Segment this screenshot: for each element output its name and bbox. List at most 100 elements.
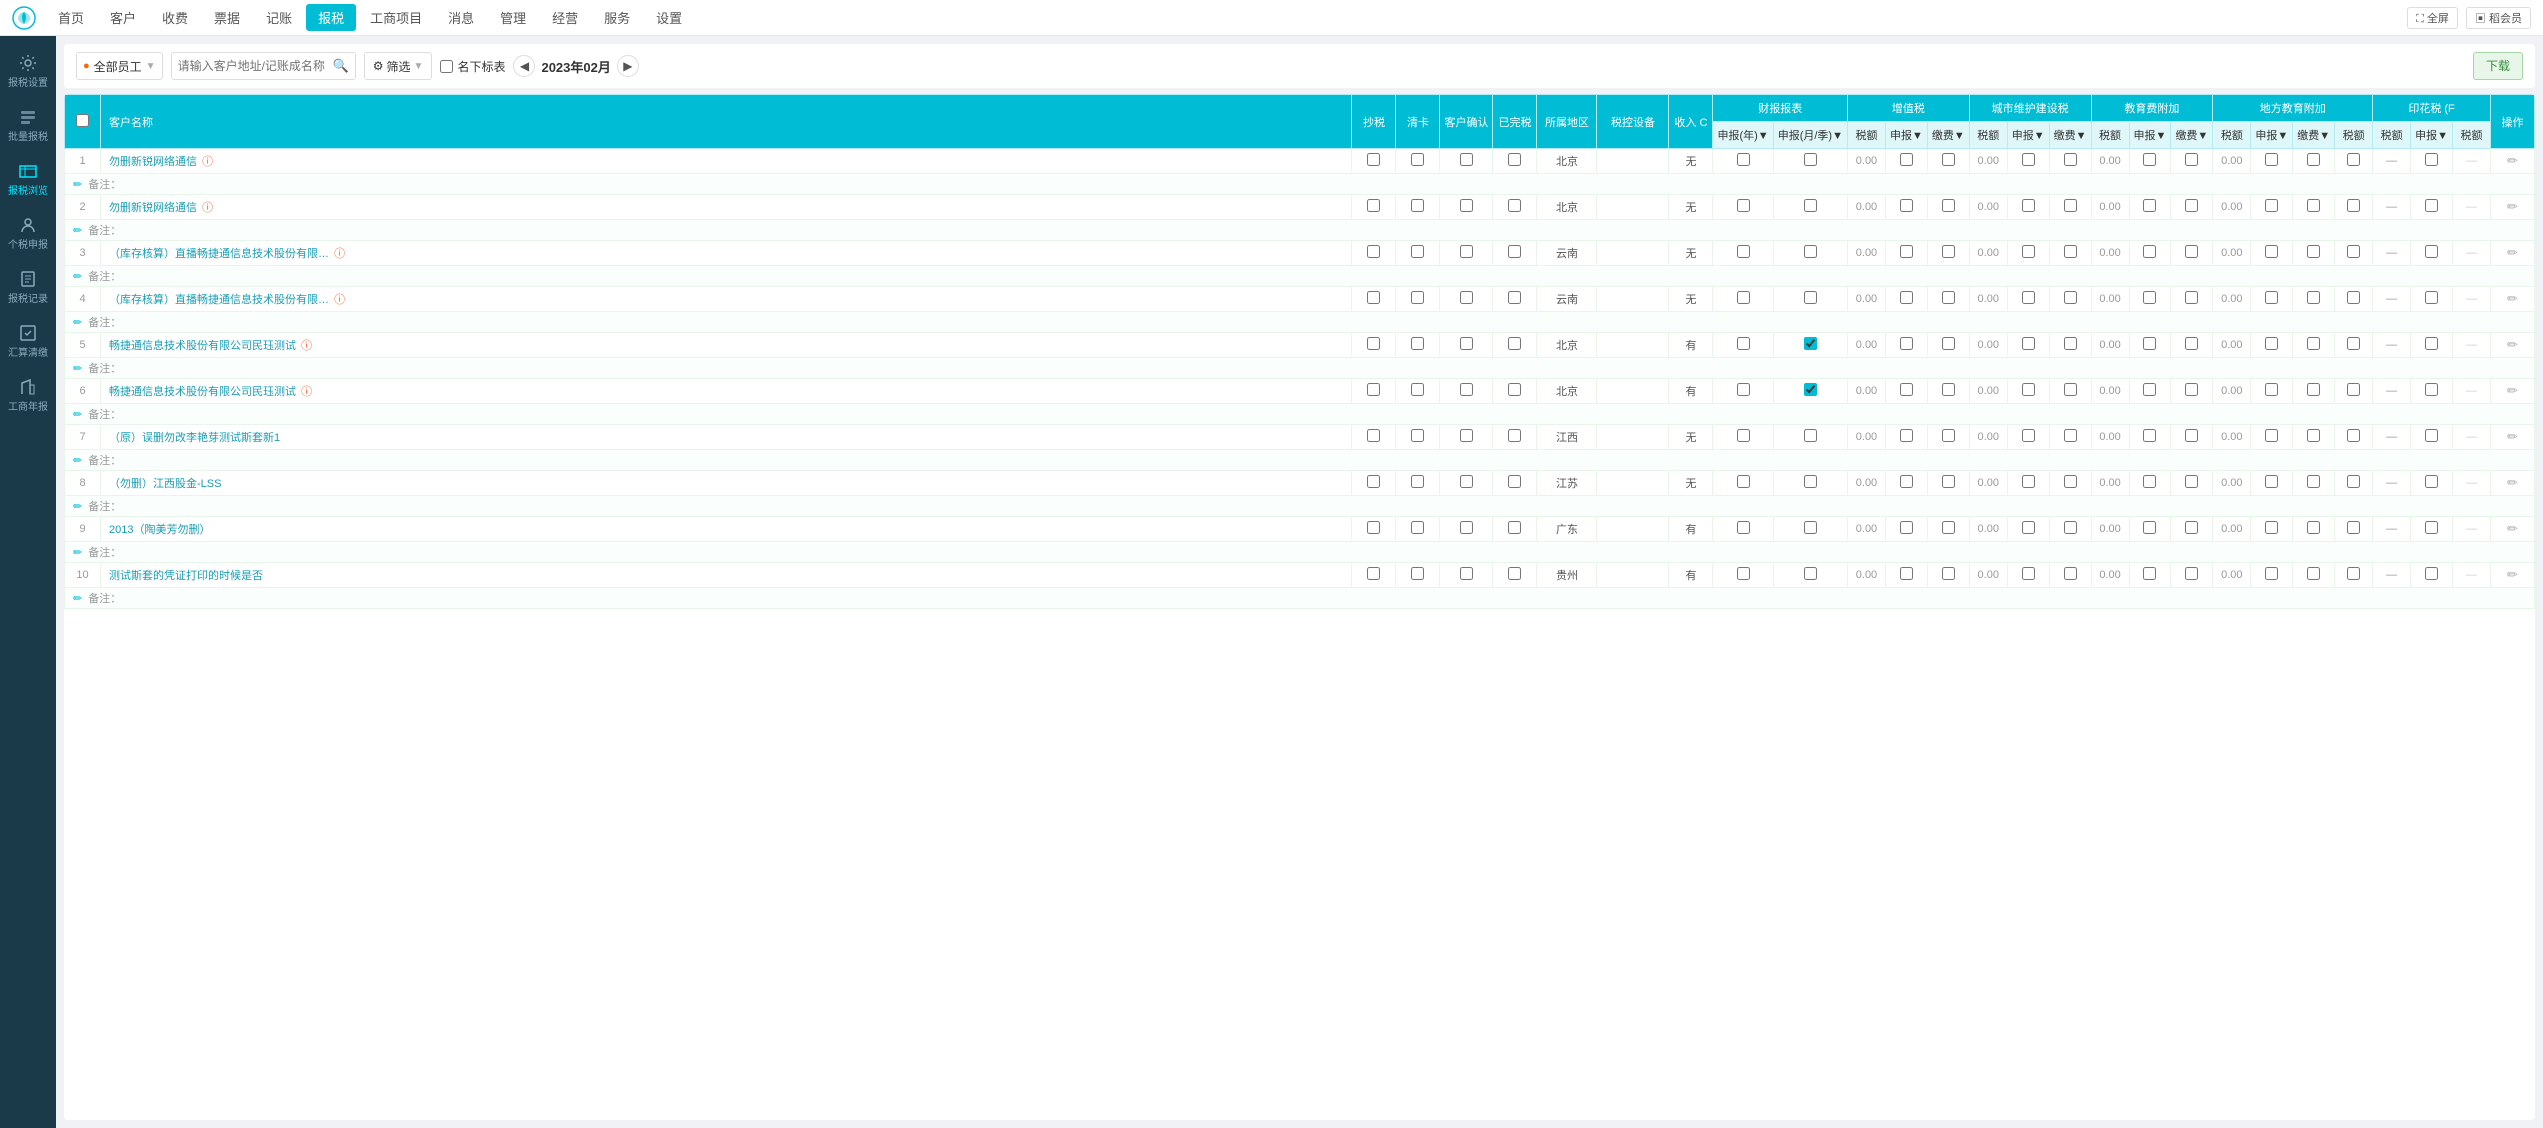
urban-pay-cell[interactable] (2049, 333, 2091, 358)
urban-pay-checkbox[interactable] (2064, 567, 2077, 580)
paid-cell[interactable] (1493, 563, 1537, 588)
sidebar-item-tax-settings[interactable]: 报税设置 (0, 44, 56, 98)
operation-cell[interactable]: ✏ (2491, 563, 2535, 588)
clear-card-cell[interactable] (1396, 471, 1440, 496)
local-extra-checkbox[interactable] (2347, 153, 2360, 166)
local-extra-cell[interactable] (2335, 379, 2373, 404)
confirm-cell[interactable] (1440, 379, 1493, 404)
paid-cell[interactable] (1493, 471, 1537, 496)
my-table-check[interactable] (440, 60, 453, 73)
th-checkbox-all[interactable] (65, 95, 101, 149)
stamp-report-cell[interactable] (2411, 333, 2453, 358)
paid-checkbox[interactable] (1508, 199, 1521, 212)
edu-report-checkbox[interactable] (2143, 567, 2156, 580)
urban-report-cell[interactable] (2007, 471, 2049, 496)
edu-report-cell[interactable] (2129, 379, 2171, 404)
copy-tax-checkbox[interactable] (1367, 291, 1380, 304)
urban-pay-checkbox[interactable] (2064, 475, 2077, 488)
edu-report-cell[interactable] (2129, 149, 2171, 174)
year-report-cell[interactable] (1713, 333, 1773, 358)
urban-pay-checkbox[interactable] (2064, 153, 2077, 166)
sidebar-item-batch-tax[interactable]: 批量报税 (0, 98, 56, 152)
local-report-checkbox[interactable] (2265, 337, 2278, 350)
employee-filter-select[interactable]: ● 全部员工 ▼ (76, 52, 163, 80)
edu-pay-checkbox[interactable] (2185, 475, 2198, 488)
nav-accounting[interactable]: 记账 (254, 4, 304, 31)
stamp-report-cell[interactable] (2411, 379, 2453, 404)
copy-tax-cell[interactable] (1352, 471, 1396, 496)
local-report-checkbox[interactable] (2265, 199, 2278, 212)
confirm-checkbox[interactable] (1460, 245, 1473, 258)
local-report-cell[interactable] (2251, 333, 2293, 358)
vat-pay-checkbox[interactable] (1942, 567, 1955, 580)
urban-report-cell[interactable] (2007, 563, 2049, 588)
vat-pay-cell[interactable] (1927, 333, 1969, 358)
edu-pay-checkbox[interactable] (2185, 383, 2198, 396)
paid-checkbox[interactable] (1508, 475, 1521, 488)
month-report-checkbox[interactable] (1804, 245, 1817, 258)
next-month-button[interactable]: ▶ (617, 55, 639, 77)
vat-pay-checkbox[interactable] (1942, 291, 1955, 304)
urban-pay-checkbox[interactable] (2064, 521, 2077, 534)
edit-button[interactable]: ✏ (2507, 429, 2518, 444)
edu-report-checkbox[interactable] (2143, 291, 2156, 304)
local-report-checkbox[interactable] (2265, 245, 2278, 258)
client-name-link[interactable]: 测试斯套的凭证打印的时候是否 (109, 570, 263, 582)
urban-report-checkbox[interactable] (2022, 567, 2035, 580)
clear-card-cell[interactable] (1396, 149, 1440, 174)
fullscreen-button[interactable]: ⛶ 全屏 (2407, 7, 2458, 29)
urban-pay-cell[interactable] (2049, 195, 2091, 220)
clear-card-checkbox[interactable] (1411, 337, 1424, 350)
stamp-report-cell[interactable] (2411, 471, 2453, 496)
urban-report-cell[interactable] (2007, 149, 2049, 174)
clear-card-cell[interactable] (1396, 333, 1440, 358)
edu-pay-cell[interactable] (2171, 333, 2213, 358)
paid-checkbox[interactable] (1508, 337, 1521, 350)
stamp-report-cell[interactable] (2411, 287, 2453, 312)
local-extra-checkbox[interactable] (2347, 245, 2360, 258)
stamp-report-checkbox[interactable] (2425, 567, 2438, 580)
vat-pay-checkbox[interactable] (1942, 429, 1955, 442)
copy-tax-checkbox[interactable] (1367, 567, 1380, 580)
stamp-report-cell[interactable] (2411, 563, 2453, 588)
nav-settings[interactable]: 设置 (644, 4, 694, 31)
local-pay-cell[interactable] (2293, 333, 2335, 358)
clear-card-cell[interactable] (1396, 379, 1440, 404)
local-extra-checkbox[interactable] (2347, 475, 2360, 488)
confirm-cell[interactable] (1440, 241, 1493, 266)
local-extra-checkbox[interactable] (2347, 383, 2360, 396)
edu-pay-checkbox[interactable] (2185, 245, 2198, 258)
edit-button[interactable]: ✏ (2507, 337, 2518, 352)
edu-report-checkbox[interactable] (2143, 429, 2156, 442)
paid-cell[interactable] (1493, 517, 1537, 542)
year-report-checkbox[interactable] (1737, 245, 1750, 258)
clear-card-checkbox[interactable] (1411, 475, 1424, 488)
local-report-cell[interactable] (2251, 379, 2293, 404)
client-name-link[interactable]: 畅捷通信息技术股份有限公司民珏测试 (109, 340, 296, 352)
urban-report-cell[interactable] (2007, 425, 2049, 450)
edu-pay-cell[interactable] (2171, 563, 2213, 588)
th-edu-pay[interactable]: 缴费▼ (2171, 122, 2213, 149)
vat-report-checkbox[interactable] (1900, 383, 1913, 396)
vat-report-cell[interactable] (1885, 333, 1927, 358)
local-pay-checkbox[interactable] (2307, 475, 2320, 488)
copy-tax-checkbox[interactable] (1367, 521, 1380, 534)
urban-pay-checkbox[interactable] (2064, 291, 2077, 304)
paid-checkbox[interactable] (1508, 291, 1521, 304)
nav-business[interactable]: 经营 (540, 4, 590, 31)
local-pay-cell[interactable] (2293, 241, 2335, 266)
edit-button[interactable]: ✏ (2507, 153, 2518, 168)
local-extra-cell[interactable] (2335, 149, 2373, 174)
vat-pay-cell[interactable] (1927, 241, 1969, 266)
confirm-checkbox[interactable] (1460, 383, 1473, 396)
vat-report-cell[interactable] (1885, 379, 1927, 404)
clear-card-cell[interactable] (1396, 241, 1440, 266)
client-name-link[interactable]: 2013（陶美芳勿删） (109, 524, 210, 536)
edit-button[interactable]: ✏ (2507, 291, 2518, 306)
vat-pay-checkbox[interactable] (1942, 521, 1955, 534)
urban-pay-cell[interactable] (2049, 241, 2091, 266)
operation-cell[interactable]: ✏ (2491, 425, 2535, 450)
clear-card-checkbox[interactable] (1411, 521, 1424, 534)
urban-pay-checkbox[interactable] (2064, 383, 2077, 396)
stamp-report-cell[interactable] (2411, 195, 2453, 220)
